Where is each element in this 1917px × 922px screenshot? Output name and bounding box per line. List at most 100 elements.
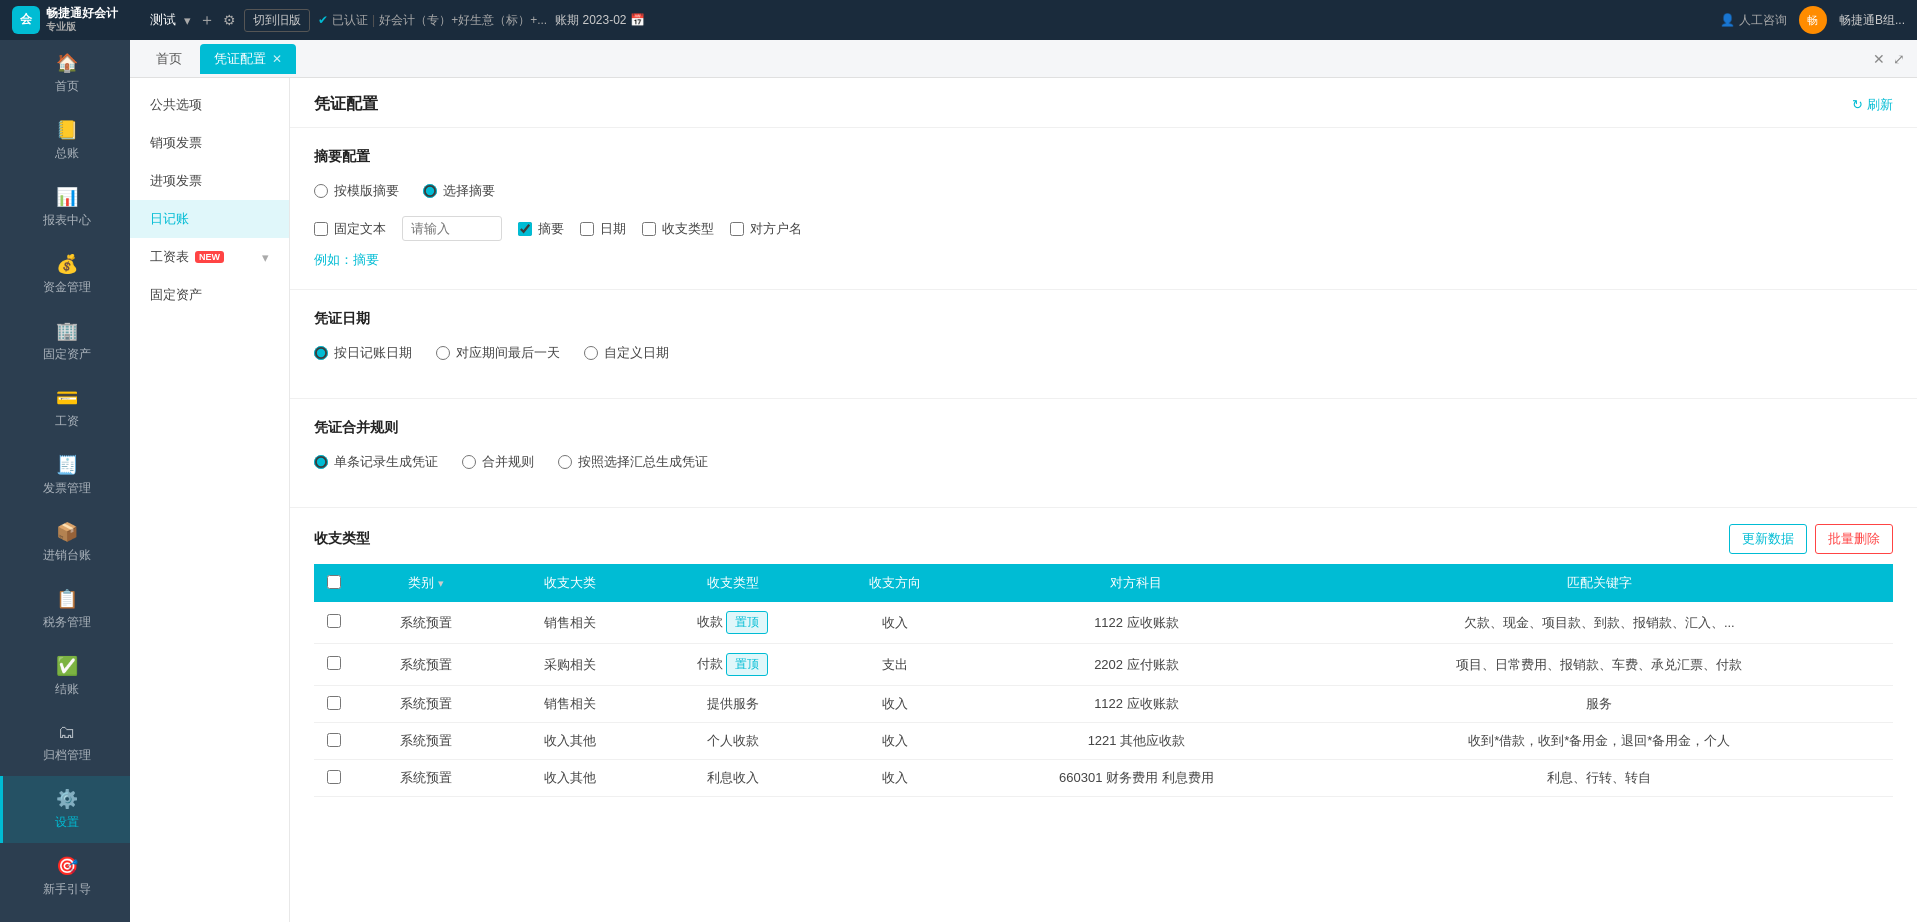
checkbox-summary[interactable]: 摘要 bbox=[518, 220, 564, 238]
header-dropdown-icon[interactable]: ▾ bbox=[184, 13, 191, 28]
tags-label: 好会计（专）+好生意（标）+... bbox=[379, 12, 547, 29]
sidebar-item-label: 归档管理 bbox=[43, 747, 91, 764]
sidebar-item-assets[interactable]: 🏢 固定资产 bbox=[0, 308, 130, 375]
cell-type: 收款 置顶 bbox=[642, 602, 823, 644]
sidebar-item-label: 资金管理 bbox=[43, 279, 91, 296]
radio-custom-date[interactable]: 自定义日期 bbox=[584, 344, 669, 362]
header-right: 👤 人工咨询 畅 畅捷通B组... bbox=[1720, 6, 1905, 34]
summary-checkbox-row: 固定文本 摘要 日期 收支类型 bbox=[314, 216, 1893, 241]
cell-major-type: 销售相关 bbox=[498, 602, 642, 644]
tab-voucher-config[interactable]: 凭证配置 ✕ bbox=[200, 44, 296, 74]
sidebar-item-label: 固定资产 bbox=[43, 346, 91, 363]
tab-bar: 首页 凭证配置 ✕ ✕ ⤢ bbox=[130, 40, 1917, 78]
header-add-button[interactable]: ＋ bbox=[199, 10, 215, 31]
cell-subject: 1122 应收账款 bbox=[967, 602, 1305, 644]
select-all-checkbox[interactable] bbox=[327, 575, 341, 589]
cell-subject: 1221 其他应收款 bbox=[967, 723, 1305, 760]
ledger-icon: 📒 bbox=[56, 119, 78, 141]
row-checkbox[interactable] bbox=[327, 614, 341, 628]
guide-icon: 🎯 bbox=[56, 855, 78, 877]
left-nav-payroll-table[interactable]: 工资表 NEW ▾ bbox=[130, 238, 289, 276]
col-checkbox-header bbox=[314, 564, 354, 602]
cell-major-type: 销售相关 bbox=[498, 686, 642, 723]
radio-merge[interactable]: 合并规则 bbox=[462, 453, 534, 471]
cell-major-type: 采购相关 bbox=[498, 644, 642, 686]
table-row: 系统预置 收入其他 利息收入 收入 660301 财务费用 利息费用 利息、行转… bbox=[314, 760, 1893, 797]
sidebar-item-settlement[interactable]: ✅ 结账 bbox=[0, 643, 130, 710]
col-major-type-header: 收支大类 bbox=[498, 564, 642, 602]
batch-delete-button[interactable]: 批量删除 bbox=[1815, 524, 1893, 554]
income-expense-section: 收支类型 更新数据 批量删除 类别 ▾ bbox=[290, 508, 1917, 813]
sidebar-item-guide[interactable]: 🎯 新手引导 bbox=[0, 843, 130, 910]
sidebar-item-member[interactable]: 👑 畅会员 bbox=[0, 910, 130, 922]
user-name[interactable]: 畅捷通B组... bbox=[1839, 12, 1905, 29]
left-nav-fixed-assets[interactable]: 固定资产 bbox=[130, 276, 289, 314]
tax-icon: 📋 bbox=[56, 588, 78, 610]
checkbox-fixed-text[interactable]: 固定文本 bbox=[314, 220, 386, 238]
tab-minimize-button[interactable]: ✕ bbox=[1873, 51, 1885, 67]
left-nav-purchase-invoice[interactable]: 进项发票 bbox=[130, 162, 289, 200]
checkbox-date[interactable]: 日期 bbox=[580, 220, 626, 238]
sidebar-item-invoice-mgmt[interactable]: 🧾 发票管理 bbox=[0, 442, 130, 509]
cell-category: 系统预置 bbox=[354, 686, 498, 723]
tag-reset[interactable]: 置顶 bbox=[726, 611, 768, 634]
table-row: 系统预置 销售相关 收款 置顶 收入 1122 应收账款 欠款、现金、项目款、到… bbox=[314, 602, 1893, 644]
cell-type: 提供服务 bbox=[642, 686, 823, 723]
row-checkbox[interactable] bbox=[327, 656, 341, 670]
radio-select-total[interactable]: 按照选择汇总生成凭证 bbox=[558, 453, 708, 471]
income-expense-title: 收支类型 bbox=[314, 530, 370, 548]
radio-journal-date[interactable]: 按日记账日期 bbox=[314, 344, 412, 362]
funds-icon: 💰 bbox=[56, 253, 78, 275]
tab-home[interactable]: 首页 bbox=[142, 44, 196, 74]
sidebar-item-archive[interactable]: 🗂 归档管理 bbox=[0, 710, 130, 776]
checkbox-counterpart[interactable]: 对方户名 bbox=[730, 220, 802, 238]
row-checkbox[interactable] bbox=[327, 733, 341, 747]
sidebar-item-tax[interactable]: 📋 税务管理 bbox=[0, 576, 130, 643]
checkbox-income-type[interactable]: 收支类型 bbox=[642, 220, 714, 238]
logo-area: 会 畅捷通好会计 专业版 bbox=[12, 6, 142, 34]
merge-rules-title: 凭证合并规则 bbox=[314, 419, 1893, 437]
row-checkbox[interactable] bbox=[327, 770, 341, 784]
left-nav-sales-invoice[interactable]: 销项发票 bbox=[130, 124, 289, 162]
merge-rules-radio-group: 单条记录生成凭证 合并规则 按照选择汇总生成凭证 bbox=[314, 453, 1893, 471]
radio-single[interactable]: 单条记录生成凭证 bbox=[314, 453, 438, 471]
sidebar-item-label: 结账 bbox=[55, 681, 79, 698]
sidebar-item-payroll[interactable]: 💳 工资 bbox=[0, 375, 130, 442]
cell-keywords: 欠款、现金、项目款、到款、报销款、汇入、... bbox=[1306, 602, 1893, 644]
sidebar-item-ledger[interactable]: 📒 总账 bbox=[0, 107, 130, 174]
header-settings-icon[interactable]: ⚙ bbox=[223, 12, 236, 28]
left-nav-journal[interactable]: 日记账 bbox=[130, 200, 289, 238]
sidebar-item-reports[interactable]: 📊 报表中心 bbox=[0, 174, 130, 241]
reports-icon: 📊 bbox=[56, 186, 78, 208]
update-data-button[interactable]: 更新数据 bbox=[1729, 524, 1807, 554]
sidebar-item-funds[interactable]: 💰 资金管理 bbox=[0, 241, 130, 308]
tab-close-icon[interactable]: ✕ bbox=[272, 52, 282, 66]
logo-text: 畅捷通好会计 bbox=[46, 6, 118, 20]
refresh-button[interactable]: ↻ 刷新 bbox=[1852, 96, 1893, 114]
table-row: 系统预置 收入其他 个人收款 收入 1221 其他应收款 收到*借款，收到*备用… bbox=[314, 723, 1893, 760]
cell-category: 系统预置 bbox=[354, 644, 498, 686]
help-button[interactable]: 👤 人工咨询 bbox=[1720, 12, 1787, 29]
logo-sub: 专业版 bbox=[46, 20, 118, 34]
switch-version-button[interactable]: 切到旧版 bbox=[244, 9, 310, 32]
header-tab-name: 测试 bbox=[150, 11, 176, 29]
sidebar: 🏠 首页 📒 总账 📊 报表中心 💰 资金管理 🏢 固定资产 💳 工资 🧾 发票… bbox=[0, 40, 130, 922]
fixed-text-input[interactable] bbox=[402, 216, 502, 241]
sidebar-item-settings[interactable]: ⚙️ 设置 bbox=[0, 776, 130, 843]
certified-label: 已认证 bbox=[332, 12, 368, 29]
cell-category: 系统预置 bbox=[354, 760, 498, 797]
col-subject-header: 对方科目 bbox=[967, 564, 1305, 602]
left-nav-public[interactable]: 公共选项 bbox=[130, 86, 289, 124]
row-checkbox[interactable] bbox=[327, 696, 341, 710]
sidebar-item-label: 进销台账 bbox=[43, 547, 91, 564]
radio-select[interactable]: 选择摘要 bbox=[423, 182, 495, 200]
tab-expand-button[interactable]: ⤢ bbox=[1893, 51, 1905, 67]
radio-period-last[interactable]: 对应期间最后一天 bbox=[436, 344, 560, 362]
sidebar-item-home[interactable]: 🏠 首页 bbox=[0, 40, 130, 107]
sidebar-item-purchase[interactable]: 📦 进销台账 bbox=[0, 509, 130, 576]
radio-template[interactable]: 按模版摘要 bbox=[314, 182, 399, 200]
sidebar-item-label: 设置 bbox=[55, 814, 79, 831]
cell-direction: 收入 bbox=[823, 602, 967, 644]
tag-reset[interactable]: 置顶 bbox=[726, 653, 768, 676]
cell-category: 系统预置 bbox=[354, 723, 498, 760]
